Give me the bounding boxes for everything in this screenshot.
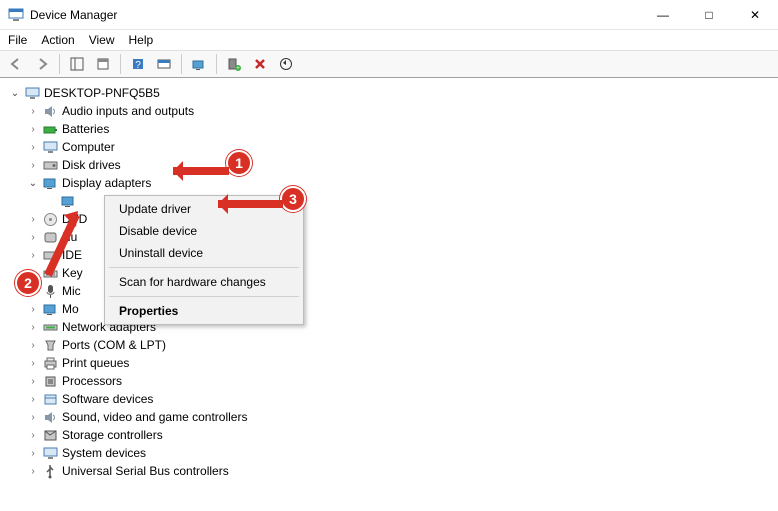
expand-icon[interactable] — [26, 320, 40, 334]
scan-hardware-button[interactable] — [187, 52, 211, 76]
annotation-marker-3: 3 — [280, 186, 306, 212]
expand-icon[interactable] — [26, 122, 40, 136]
expand-icon[interactable] — [26, 374, 40, 388]
tree-item-display-adapters[interactable]: Display adapters — [8, 174, 778, 192]
tree-item-disk-drives[interactable]: Disk drives — [8, 156, 778, 174]
printer-icon — [42, 355, 58, 371]
menu-help[interactable]: Help — [129, 33, 154, 47]
tree-item-label: Mo — [62, 302, 79, 316]
disk-icon — [42, 157, 58, 173]
cpu-icon — [42, 373, 58, 389]
tree-item-computer[interactable]: Computer — [8, 138, 778, 156]
expand-icon[interactable] — [26, 302, 40, 316]
tree-item-label: Print queues — [62, 356, 129, 370]
maximize-button[interactable]: □ — [686, 0, 732, 30]
ctx-separator — [109, 296, 299, 297]
ctx-scan-hardware[interactable]: Scan for hardware changes — [107, 271, 301, 293]
system-icon — [42, 445, 58, 461]
tree-item-label: Sound, video and game controllers — [62, 410, 247, 424]
storage-icon — [42, 427, 58, 443]
annotation-arrow-3 — [218, 200, 283, 208]
expand-icon[interactable] — [8, 86, 22, 100]
tree-item-label: Computer — [62, 140, 115, 154]
expand-icon[interactable] — [26, 446, 40, 460]
tree-item-batteries[interactable]: Batteries — [8, 120, 778, 138]
usb-icon — [42, 463, 58, 479]
tree-item-sound[interactable]: Sound, video and game controllers — [8, 408, 778, 426]
forward-button[interactable] — [30, 52, 54, 76]
app-icon — [8, 7, 24, 23]
update-driver-button[interactable] — [274, 52, 298, 76]
expand-icon[interactable] — [26, 410, 40, 424]
menu-file[interactable]: File — [8, 33, 27, 47]
action-button[interactable] — [152, 52, 176, 76]
uninstall-button[interactable] — [248, 52, 272, 76]
network-icon — [42, 319, 58, 335]
ctx-properties[interactable]: Properties — [107, 300, 301, 322]
tree-item-label: Processors — [62, 374, 122, 388]
menu-action[interactable]: Action — [41, 33, 74, 47]
context-menu: Update driver Disable device Uninstall d… — [104, 195, 304, 325]
speaker-icon — [42, 409, 58, 425]
battery-icon — [42, 121, 58, 137]
window-title: Device Manager — [30, 8, 117, 22]
computer-icon — [24, 85, 40, 101]
menu-bar: File Action View Help — [0, 30, 778, 50]
menu-view[interactable]: View — [89, 33, 115, 47]
tree-item-label: Audio inputs and outputs — [62, 104, 194, 118]
annotation-arrow-2 — [36, 205, 86, 285]
expand-icon[interactable] — [26, 356, 40, 370]
speaker-icon — [42, 103, 58, 119]
toolbar: ? + — [0, 50, 778, 78]
ctx-separator — [109, 267, 299, 268]
tree-item-ports[interactable]: Ports (COM & LPT) — [8, 336, 778, 354]
svg-text:?: ? — [135, 60, 141, 71]
tree-item-label: System devices — [62, 446, 146, 460]
properties-button[interactable] — [91, 52, 115, 76]
tree-item-label: Universal Serial Bus controllers — [62, 464, 229, 478]
close-button[interactable]: ✕ — [732, 0, 778, 30]
microphone-icon — [42, 283, 58, 299]
tree-item-storage[interactable]: Storage controllers — [8, 426, 778, 444]
software-icon — [42, 391, 58, 407]
back-button[interactable] — [4, 52, 28, 76]
tree-root[interactable]: DESKTOP-PNFQ5B5 — [8, 84, 778, 102]
title-bar: Device Manager — □ ✕ — [0, 0, 778, 30]
tree-item-label: Storage controllers — [62, 428, 163, 442]
ctx-disable-device[interactable]: Disable device — [107, 220, 301, 242]
monitor-icon — [42, 301, 58, 317]
show-hide-tree-button[interactable] — [65, 52, 89, 76]
ctx-uninstall-device[interactable]: Uninstall device — [107, 242, 301, 264]
tree-item-print-queues[interactable]: Print queues — [8, 354, 778, 372]
tree-item-label: Ports (COM & LPT) — [62, 338, 166, 352]
display-adapter-icon — [42, 175, 58, 191]
expand-icon[interactable] — [26, 428, 40, 442]
annotation-marker-1: 1 — [226, 150, 252, 176]
tree-item-processors[interactable]: Processors — [8, 372, 778, 390]
tree-item-label: Display adapters — [62, 176, 151, 190]
tree-item-label: Disk drives — [62, 158, 121, 172]
expand-icon[interactable] — [26, 464, 40, 478]
tree-item-audio[interactable]: Audio inputs and outputs — [8, 102, 778, 120]
expand-icon[interactable] — [26, 392, 40, 406]
tree-item-label: Software devices — [62, 392, 153, 406]
tree-root-label: DESKTOP-PNFQ5B5 — [44, 86, 160, 100]
tree-item-label: Batteries — [62, 122, 109, 136]
expand-icon[interactable] — [26, 140, 40, 154]
expand-icon[interactable] — [26, 176, 40, 190]
tree-item-software-devices[interactable]: Software devices — [8, 390, 778, 408]
tree-item-system[interactable]: System devices — [8, 444, 778, 462]
svg-text:+: + — [236, 66, 240, 71]
port-icon — [42, 337, 58, 353]
monitor-icon — [42, 139, 58, 155]
expand-icon[interactable] — [26, 338, 40, 352]
add-hardware-button[interactable]: + — [222, 52, 246, 76]
annotation-arrow-1 — [173, 167, 229, 175]
expand-icon[interactable] — [26, 158, 40, 172]
help-button[interactable]: ? — [126, 52, 150, 76]
tree-item-usb[interactable]: Universal Serial Bus controllers — [8, 462, 778, 480]
minimize-button[interactable]: — — [640, 0, 686, 30]
expand-icon[interactable] — [26, 104, 40, 118]
tree-item-label: Mic — [62, 284, 81, 298]
